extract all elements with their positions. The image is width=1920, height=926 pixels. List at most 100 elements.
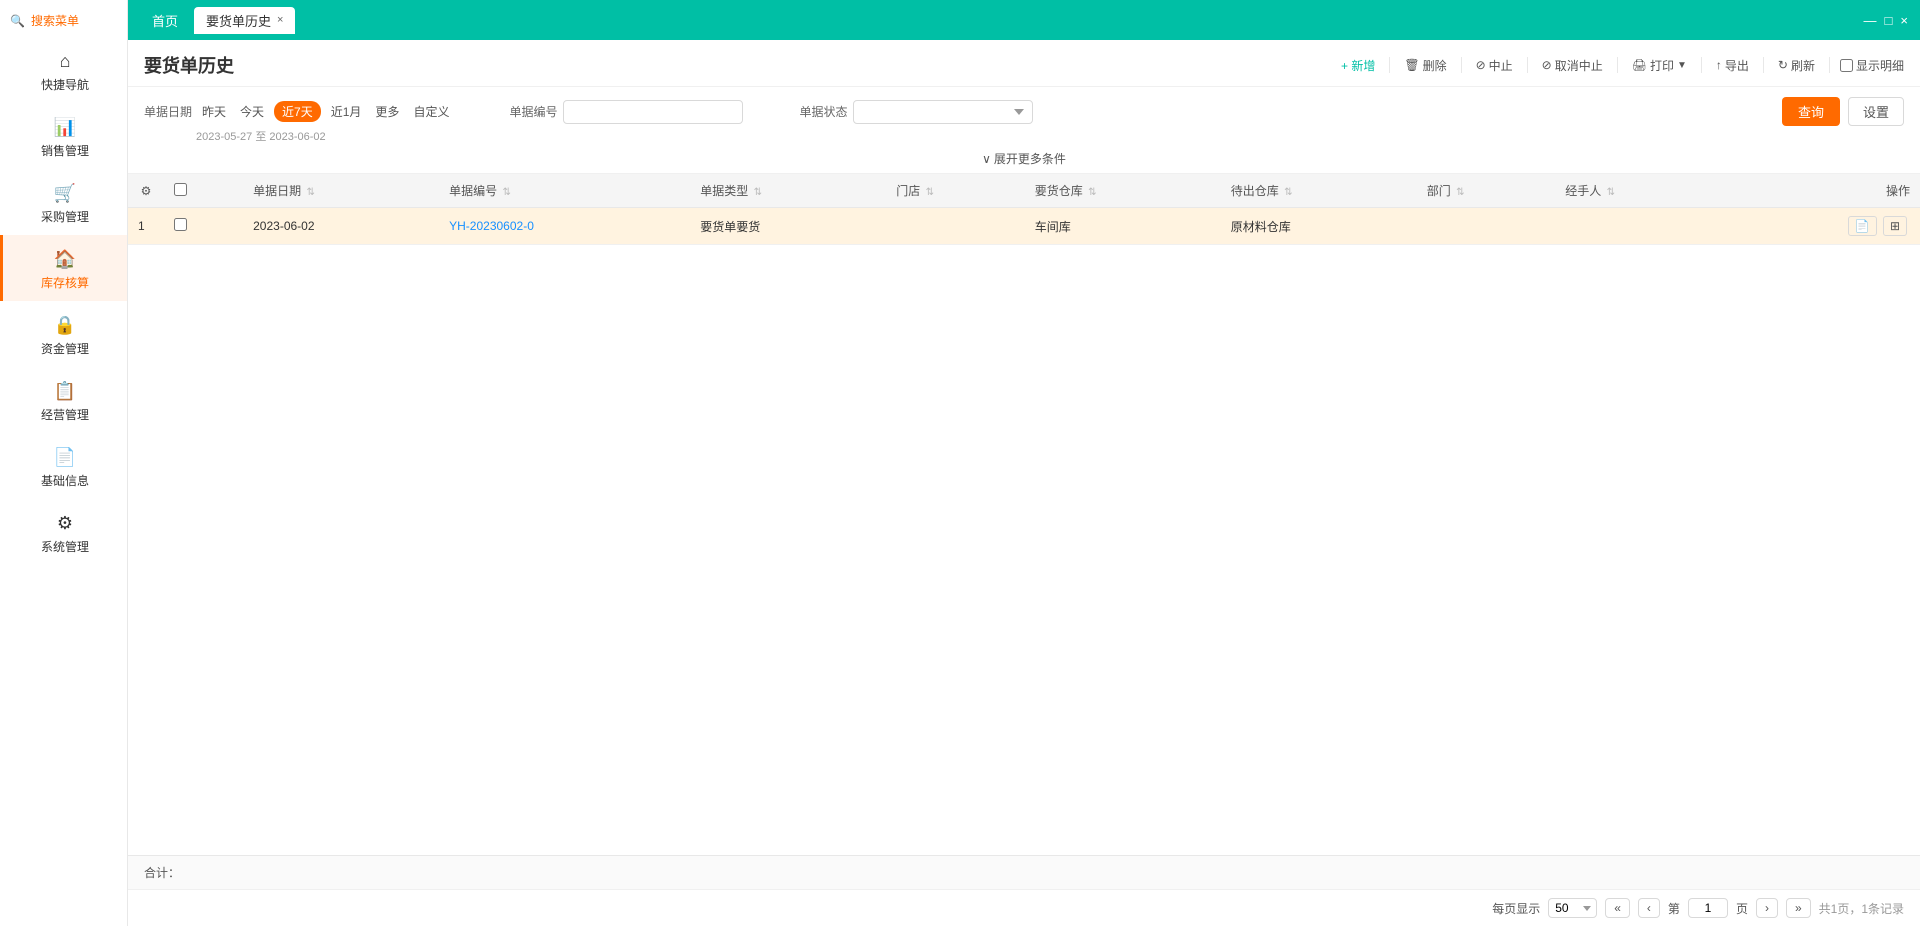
- display-detail-checkbox[interactable]: [1840, 59, 1853, 72]
- sort-bill-no-icon[interactable]: ⇅: [503, 187, 511, 198]
- refresh-button[interactable]: ↻ 刷新: [1774, 55, 1819, 76]
- tab-close-icon[interactable]: ×: [277, 14, 283, 26]
- print-icon: 🖨: [1632, 58, 1647, 72]
- th-bill-type: 单据类型 ⇅: [690, 174, 886, 208]
- last-page-button[interactable]: »: [1786, 898, 1811, 918]
- date-filter: 单据日期 昨天今天近7天近1月更多自定义: [144, 101, 453, 122]
- cell-handler: [1555, 208, 1722, 245]
- sidebar-item-operation[interactable]: 📋经营管理: [0, 367, 127, 433]
- th-operations: 操作: [1722, 174, 1920, 208]
- system-icon: ⚙: [57, 513, 73, 534]
- page-header: 要货单历史 + 新增 🗑 删除 ⊘ 中止 ⊘ 取消中止: [128, 40, 1920, 87]
- sidebar-item-label: 系统管理: [41, 538, 89, 555]
- data-table: ⚙ 单据日期 ⇅ 单据编号 ⇅: [128, 174, 1920, 245]
- date-shortcut-今天[interactable]: 今天: [236, 101, 268, 122]
- delete-button[interactable]: 🗑 删除: [1400, 55, 1450, 76]
- topbar-right: — □ ×: [1864, 13, 1908, 28]
- prev-page-button[interactable]: ‹: [1638, 898, 1660, 918]
- sidebar-item-label: 快捷导航: [41, 76, 89, 93]
- stop-icon: ⊘: [1476, 58, 1486, 72]
- bill-no-filter: 单据编号: [509, 100, 743, 124]
- table-container: ⚙ 单据日期 ⇅ 单据编号 ⇅: [128, 174, 1920, 855]
- date-shortcut-近7天[interactable]: 近7天: [274, 101, 321, 122]
- select-all-checkbox[interactable]: [174, 183, 187, 196]
- sort-store-icon[interactable]: ⇅: [926, 187, 934, 198]
- next-page-button[interactable]: ›: [1756, 898, 1778, 918]
- topbar: 首页要货单历史× — □ ×: [128, 0, 1920, 40]
- print-button[interactable]: 🖨 打印 ▼: [1628, 55, 1691, 76]
- filter-area: 单据日期 昨天今天近7天近1月更多自定义 单据编号 单据状态 查询: [128, 87, 1920, 174]
- sidebar-item-purchase[interactable]: 🛒采购管理: [0, 169, 127, 235]
- date-shortcuts: 昨天今天近7天近1月更多自定义: [198, 101, 453, 122]
- sidebar-item-label: 资金管理: [41, 340, 89, 357]
- date-range-display: 2023-05-27 至 2023-06-02: [196, 131, 326, 143]
- th-checkbox: [164, 174, 243, 208]
- cell-operations: 📄 ⊞: [1722, 208, 1920, 245]
- date-shortcut-更多[interactable]: 更多: [371, 101, 403, 122]
- sidebar-item-label: 库存核算: [41, 274, 89, 291]
- cancel-stop-button[interactable]: ⊘ 取消中止: [1538, 55, 1607, 76]
- sort-date-icon[interactable]: ⇅: [306, 187, 314, 198]
- sort-handler-icon[interactable]: ⇅: [1607, 187, 1615, 198]
- stop-button[interactable]: ⊘ 中止: [1472, 55, 1517, 76]
- search-icon: 🔍: [10, 14, 25, 28]
- sidebar-item-label: 销售管理: [41, 142, 89, 159]
- first-page-button[interactable]: «: [1605, 898, 1630, 918]
- export-button[interactable]: ↑ 导出: [1712, 55, 1753, 76]
- sidebar-item-sales[interactable]: 📊销售管理: [0, 103, 127, 169]
- new-button[interactable]: + 新增: [1337, 55, 1379, 76]
- sidebar-item-system[interactable]: ⚙ 系统管理: [0, 499, 127, 565]
- page-size-select[interactable]: 50 10 20 100: [1548, 898, 1597, 918]
- page-title: 要货单历史: [144, 52, 234, 78]
- op-view-button[interactable]: 📄: [1848, 216, 1877, 236]
- th-store: 门店 ⇅: [886, 174, 1024, 208]
- bill-no-input[interactable]: [563, 100, 743, 124]
- close-window-button[interactable]: ×: [1900, 13, 1908, 28]
- cell-store: [886, 208, 1024, 245]
- cell-pending-warehouse: 原材料仓库: [1221, 208, 1417, 245]
- th-req-warehouse: 要货仓库 ⇅: [1025, 174, 1221, 208]
- status-select[interactable]: [853, 100, 1033, 124]
- sort-bill-type-icon[interactable]: ⇅: [754, 187, 762, 198]
- query-button[interactable]: 查询: [1782, 97, 1840, 126]
- row-checkbox[interactable]: [174, 218, 187, 231]
- th-department: 部门 ⇅: [1417, 174, 1555, 208]
- date-shortcut-自定义[interactable]: 自定义: [409, 101, 453, 122]
- cell-date: 2023-06-02: [243, 208, 439, 245]
- settings-icon[interactable]: ⚙: [141, 184, 152, 198]
- th-date: 单据日期 ⇅: [243, 174, 439, 208]
- display-detail-checkbox-label[interactable]: 显示明细: [1840, 57, 1904, 74]
- sidebar-item-inventory[interactable]: 🏠库存核算: [0, 235, 127, 301]
- quick-nav-icon: ⌂: [60, 51, 71, 72]
- main-area: 首页要货单历史× — □ × 要货单历史 + 新增 🗑 删除 ⊘ 中止: [128, 0, 1920, 926]
- date-shortcut-昨天[interactable]: 昨天: [198, 101, 230, 122]
- sidebar-item-quick-nav[interactable]: ⌂ 快捷导航: [0, 37, 127, 103]
- purchase-icon: 🛒: [54, 183, 76, 204]
- sort-req-warehouse-icon[interactable]: ⇅: [1088, 187, 1096, 198]
- tab-home[interactable]: 首页: [140, 7, 190, 34]
- sort-pending-warehouse-icon[interactable]: ⇅: [1284, 187, 1292, 198]
- page-input[interactable]: [1688, 898, 1728, 918]
- sidebar-item-basic[interactable]: 📄基础信息: [0, 433, 127, 499]
- bill-no-link[interactable]: YH-20230602-0: [449, 219, 534, 233]
- restore-button[interactable]: □: [1885, 13, 1893, 28]
- op-more-button[interactable]: ⊞: [1883, 216, 1907, 236]
- sidebar-search[interactable]: 🔍 搜索菜单: [0, 0, 127, 37]
- divider7: [1829, 57, 1830, 73]
- date-shortcut-近1月[interactable]: 近1月: [327, 101, 366, 122]
- expand-filter-button[interactable]: ∨ 展开更多条件: [144, 150, 1904, 167]
- sort-department-icon[interactable]: ⇅: [1456, 187, 1464, 198]
- cell-bill-no: YH-20230602-0: [439, 208, 690, 245]
- refresh-icon: ↻: [1778, 58, 1788, 72]
- date-filter-label: 单据日期: [144, 103, 192, 120]
- divider6: [1763, 57, 1764, 73]
- sidebar-item-finance[interactable]: 🔒资金管理: [0, 301, 127, 367]
- status-filter: 单据状态: [799, 100, 1033, 124]
- settings-button[interactable]: 设置: [1848, 97, 1904, 126]
- divider3: [1527, 57, 1528, 73]
- cell-checkbox: [164, 208, 243, 245]
- tab-history[interactable]: 要货单历史×: [194, 7, 295, 34]
- sidebar-item-label: 基础信息: [41, 472, 89, 489]
- th-bill-no: 单据编号 ⇅: [439, 174, 690, 208]
- minimize-button[interactable]: —: [1864, 13, 1877, 28]
